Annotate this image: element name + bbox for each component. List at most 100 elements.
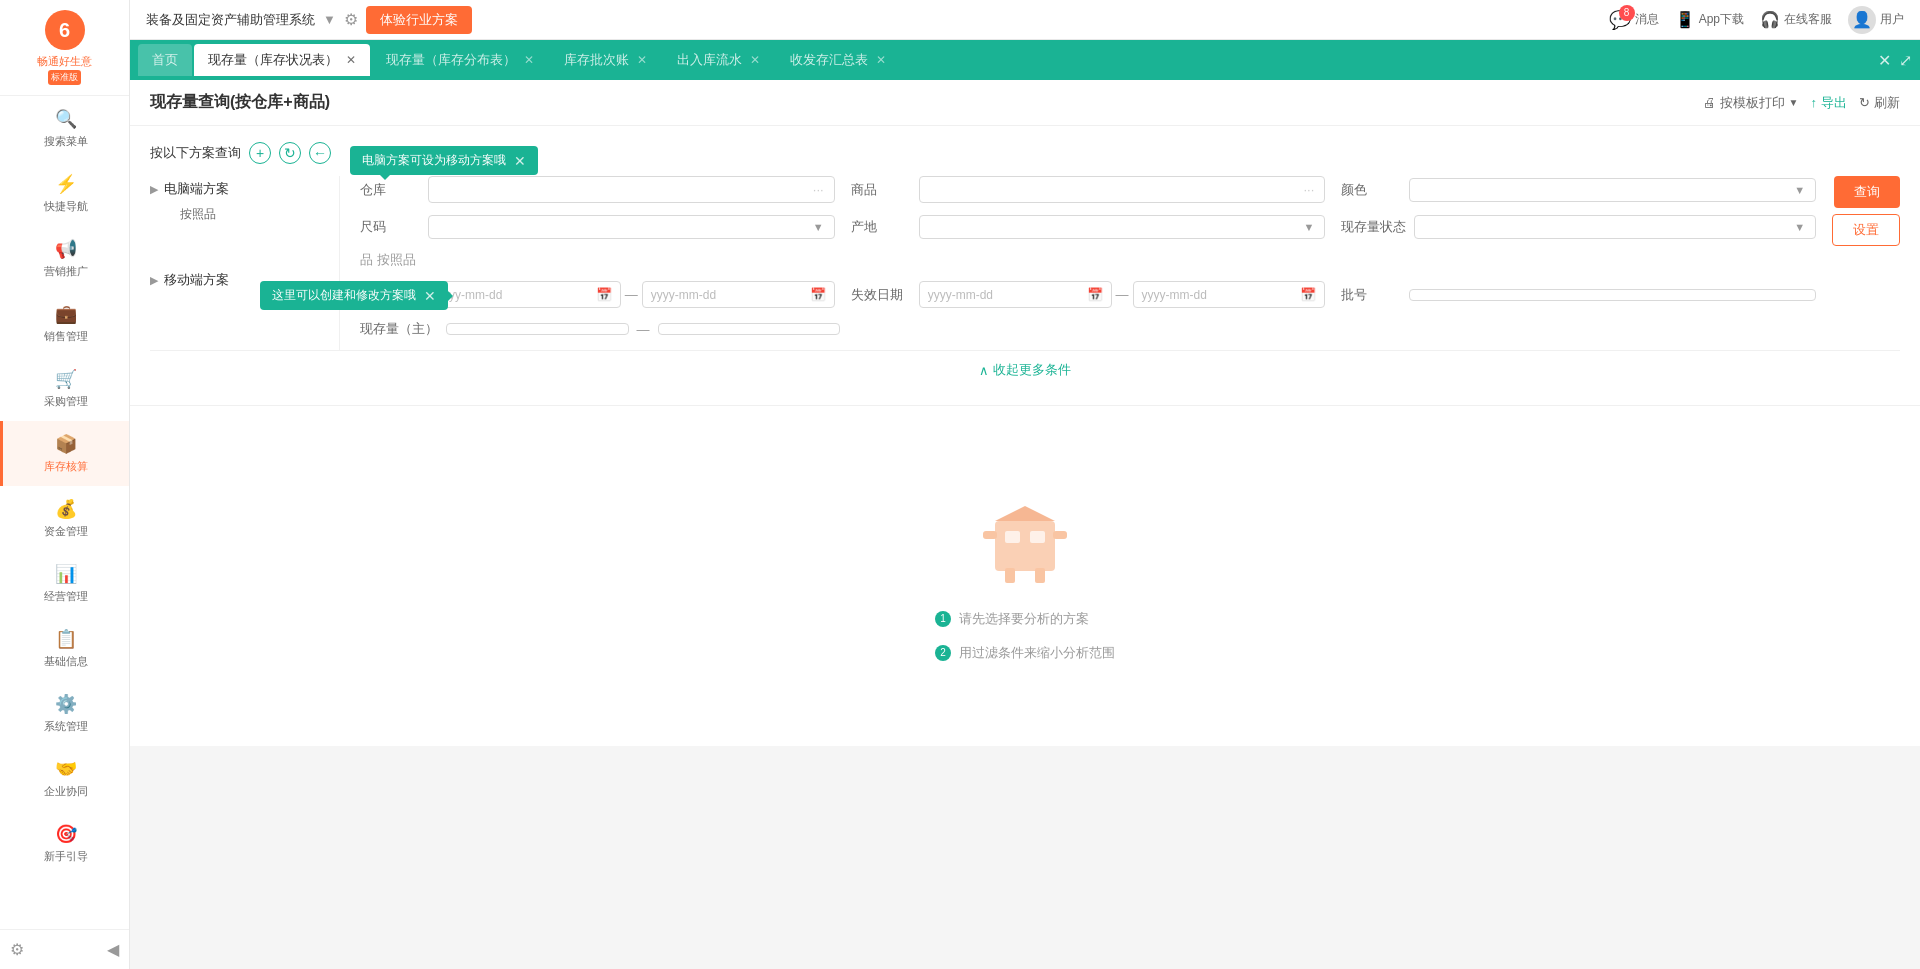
back-btn[interactable]: ← [309, 142, 331, 164]
sidebar-item-label: 营销推广 [44, 264, 88, 279]
sidebar-item-label: 经营管理 [44, 589, 88, 604]
sidebar-item-inventory[interactable]: 📦 库存核算 [0, 421, 129, 486]
empty-illustration [975, 486, 1075, 586]
pc-tooltip-close[interactable]: ✕ [514, 153, 526, 169]
filter-row-3: 品 按照品 [360, 251, 1816, 269]
tab-receive-send[interactable]: 收发存汇总表 ✕ [776, 44, 900, 76]
color-select[interactable]: ▼ [1409, 178, 1816, 202]
empty-icon-svg [975, 486, 1075, 586]
inventory-main-end[interactable] [658, 323, 841, 335]
category-field: 品 按照品 [360, 251, 835, 269]
sidebar-item-system[interactable]: ⚙️ 系统管理 [0, 681, 129, 746]
notification-badge: 8 [1619, 5, 1635, 21]
expire-date-calendar-icon: 📅 [1087, 287, 1103, 302]
print-template-label: 按模板打印 [1720, 94, 1785, 112]
tab-inventory-batch-label: 库存批次账 [564, 51, 629, 69]
sidebar-item-guide[interactable]: 🎯 新手引导 [0, 811, 129, 876]
scheme-sub-items: 按照品 [150, 202, 329, 227]
collapse-link[interactable]: ∧ 收起更多条件 [979, 361, 1071, 379]
sidebar-item-sales[interactable]: 💼 销售管理 [0, 291, 129, 356]
scheme-area: ▶ 电脑端方案 按照品 这里可以创建和修改方案哦 [150, 176, 1900, 350]
step-1-num: 1 [935, 611, 951, 627]
sidebar-item-search-menu[interactable]: 🔍 搜索菜单 [0, 96, 129, 161]
tab-in-out-flow-label: 出入库流水 [677, 51, 742, 69]
inventory-status-select[interactable]: ▼ [1414, 215, 1816, 239]
empty-step-1: 1 请先选择要分析的方案 [935, 606, 1115, 632]
sidebar-item-base-info[interactable]: 📋 基础信息 [0, 616, 129, 681]
search-menu-icon: 🔍 [55, 108, 77, 130]
svg-rect-3 [1005, 568, 1015, 583]
size-select[interactable]: ▼ [428, 215, 835, 239]
svg-rect-6 [1053, 531, 1067, 539]
scheme-list: ▶ 电脑端方案 按照品 这里可以创建和修改方案哦 [150, 176, 340, 350]
settings-footer-btn[interactable]: ⚙ [10, 940, 24, 959]
sidebar-footer: ⚙ ◀ [0, 929, 129, 969]
color-field: 颜色 ▼ [1341, 178, 1816, 202]
goods-input[interactable]: ··· [919, 176, 1326, 203]
goods-label: 商品 [851, 181, 911, 199]
scheme-sub-item[interactable]: 按照品 [170, 202, 329, 227]
print-template-btn[interactable]: 🖨 按模板打印 ▼ [1703, 94, 1799, 112]
export-label: 导出 [1821, 94, 1847, 112]
batch-no-input[interactable] [1409, 289, 1816, 301]
tab-inventory-batch[interactable]: 库存批次账 ✕ [550, 44, 661, 76]
refresh-btn[interactable]: ↻ 刷新 [1859, 94, 1900, 112]
system-select-arrow[interactable]: ▼ [323, 12, 336, 27]
tab-close-inventory-batch[interactable]: ✕ [637, 53, 647, 67]
sidebar-item-marketing[interactable]: 📢 营销推广 [0, 226, 129, 291]
user-action[interactable]: 👤 用户 [1848, 6, 1904, 34]
online-support-action[interactable]: 🎧 在线客服 [1760, 10, 1832, 29]
filter-fields: 仓库 ··· 商品 ··· [340, 176, 1816, 350]
sidebar-logo: 6 畅通好生意 标准版 [0, 0, 129, 96]
filter-row-4: 生产日期 yyyy-mm-dd 📅 — yyyy-mm-dd [360, 281, 1816, 308]
app-download-action[interactable]: 📱 App下载 [1675, 10, 1744, 29]
tab-close-in-out-flow[interactable]: ✕ [750, 53, 760, 67]
sidebar-item-purchase[interactable]: 🛒 采购管理 [0, 356, 129, 421]
industry-btn[interactable]: 体验行业方案 [366, 6, 472, 34]
tab-inventory-dist[interactable]: 现存量（库存分布表） ✕ [372, 44, 548, 76]
expire-date-start[interactable]: yyyy-mm-dd 📅 [919, 281, 1112, 308]
tab-home[interactable]: 首页 [138, 44, 192, 76]
filter-row-2: 尺码 ▼ 产地 ▼ [360, 215, 1816, 239]
collapse-sidebar-btn[interactable]: ◀ [107, 940, 119, 959]
tab-in-out-flow[interactable]: 出入库流水 ✕ [663, 44, 774, 76]
tab-inventory-status[interactable]: 现存量（库存状况表） ✕ [194, 44, 370, 76]
inventory-main-start[interactable] [446, 323, 629, 335]
search-btn[interactable]: 查询 [1834, 176, 1900, 208]
system-name: 装备及固定资产辅助管理系统 [146, 11, 315, 29]
sidebar-item-enterprise[interactable]: 🤝 企业协同 [0, 746, 129, 811]
sales-icon: 💼 [55, 303, 77, 325]
color-label: 颜色 [1341, 181, 1401, 199]
origin-arrow: ▼ [1303, 221, 1314, 233]
tab-home-label: 首页 [152, 51, 178, 69]
sidebar-item-finance[interactable]: 💰 资金管理 [0, 486, 129, 551]
sidebar-item-label: 资金管理 [44, 524, 88, 539]
close-all-tabs-icon[interactable]: ✕ [1878, 51, 1891, 70]
page-actions: 🖨 按模板打印 ▼ ↑ 导出 ↻ 刷新 [1703, 94, 1900, 112]
tab-bar-actions: ✕ ⤢ [1878, 51, 1912, 70]
produce-date-dash: — [625, 287, 638, 302]
produce-date-end[interactable]: yyyy-mm-dd 📅 [642, 281, 835, 308]
refresh-scheme-btn[interactable]: ↻ [279, 142, 301, 164]
sidebar-item-quick-nav[interactable]: ⚡ 快捷导航 [0, 161, 129, 226]
tab-close-inventory-status[interactable]: ✕ [346, 53, 356, 67]
inventory-status-arrow: ▼ [1794, 221, 1805, 233]
warehouse-label: 仓库 [360, 181, 420, 199]
create-tooltip-text: 这里可以创建和修改方案哦 [272, 287, 416, 304]
export-btn[interactable]: ↑ 导出 [1811, 94, 1848, 112]
tab-close-receive-send[interactable]: ✕ [876, 53, 886, 67]
maximize-icon[interactable]: ⤢ [1899, 51, 1912, 70]
pc-scheme-item[interactable]: ▶ 电脑端方案 [150, 176, 329, 202]
reset-btn[interactable]: 设置 [1832, 214, 1900, 246]
origin-select[interactable]: ▼ [919, 215, 1326, 239]
tab-close-inventory-dist[interactable]: ✕ [524, 53, 534, 67]
warehouse-input[interactable]: ··· [428, 176, 835, 203]
add-scheme-btn[interactable]: + [249, 142, 271, 164]
expire-date-end[interactable]: yyyy-mm-dd 📅 [1133, 281, 1326, 308]
sub-item-label: 按照品 [180, 206, 216, 223]
sidebar-item-operations[interactable]: 📊 经营管理 [0, 551, 129, 616]
settings-gear-icon[interactable]: ⚙ [344, 10, 358, 29]
create-tooltip-close[interactable]: ✕ [424, 288, 436, 304]
message-action[interactable]: 💬 8 消息 [1609, 9, 1659, 31]
origin-field: 产地 ▼ [851, 215, 1326, 239]
